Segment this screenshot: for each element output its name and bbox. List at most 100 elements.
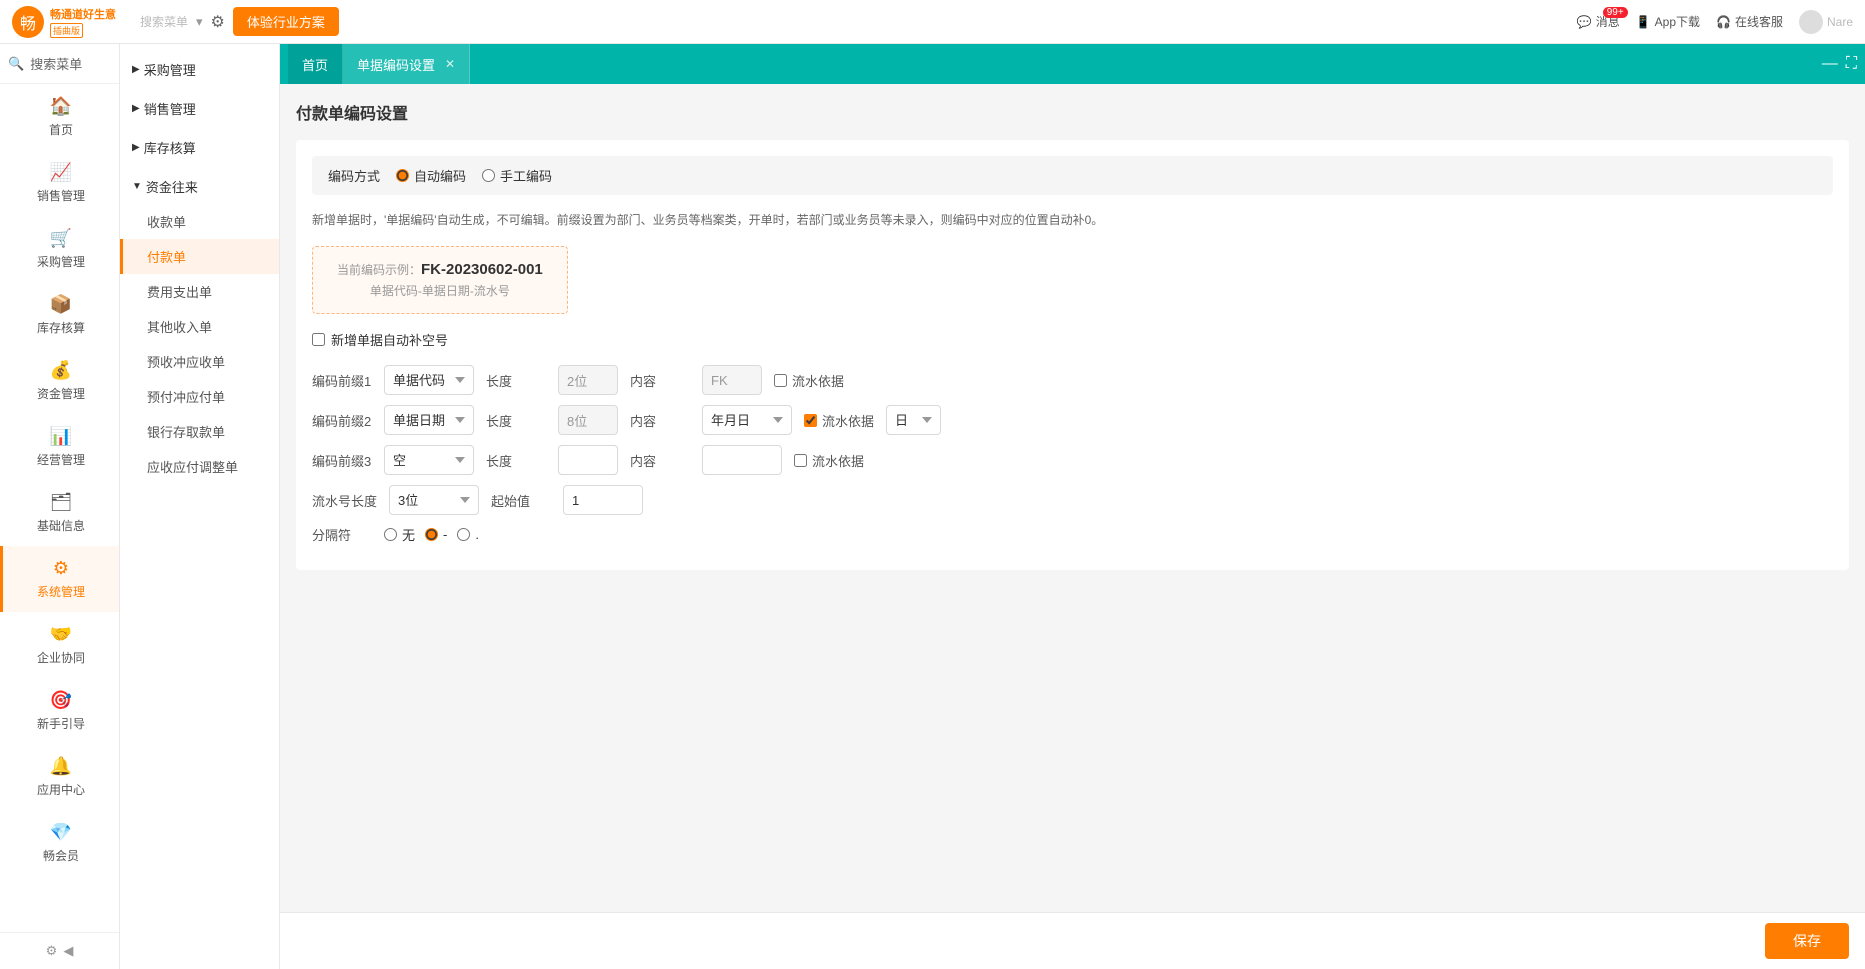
settings-panel: 编码方式 自动编码 手工编码 新增单据时，'单据编码'自动生成，不可编辑。前缀设… bbox=[296, 140, 1849, 570]
prefix1-length-input bbox=[558, 365, 618, 395]
sidebar-bottom-settings[interactable]: ⚙ ◀ bbox=[0, 933, 119, 969]
sidebar-item-inventory[interactable]: 📦 库存核算 bbox=[0, 282, 119, 348]
manual-encode-radio[interactable] bbox=[482, 169, 495, 182]
prefix2-serial-checkbox[interactable] bbox=[804, 414, 817, 427]
sidebar-group-capital-title[interactable]: ▼ 资金往来 bbox=[120, 169, 279, 204]
user-avatar[interactable]: Nare bbox=[1799, 10, 1853, 34]
sidebar-item-payment[interactable]: 付款单 bbox=[120, 239, 279, 274]
app-download-button[interactable]: 📱 App下载 bbox=[1636, 13, 1700, 30]
separator-none-radio[interactable] bbox=[384, 528, 397, 541]
nav-dropdown-arrow[interactable]: ▾ bbox=[196, 14, 203, 30]
sidebar-group-sales-title[interactable]: ▶ 销售管理 bbox=[120, 91, 279, 126]
prefix2-content-select[interactable]: 年月日 年月 年 bbox=[702, 405, 792, 435]
separator-radio-group: 无 - . bbox=[384, 525, 479, 544]
app-download-label: App下载 bbox=[1655, 13, 1700, 30]
separator-dot-radio-label[interactable]: . bbox=[457, 527, 479, 542]
header-middle: 搜索菜单 ▾ ⚙ 体验行业方案 bbox=[140, 7, 1569, 36]
tab-bar: 首页 单据编码设置 ✕ — ⛶ bbox=[280, 44, 1865, 84]
sidebar-group-inventory-title[interactable]: ▶ 库存核算 bbox=[120, 130, 279, 165]
header-search-area[interactable]: 搜索菜单 bbox=[140, 13, 188, 30]
sidebar-item-other-income[interactable]: 其他收入单 bbox=[120, 309, 279, 344]
auto-encode-radio[interactable] bbox=[396, 169, 409, 182]
message-button[interactable]: 💬 消息 99+ bbox=[1577, 13, 1620, 30]
sidebar-item-guide-label: 新手引导 bbox=[37, 715, 85, 732]
start-value-label: 起始值 bbox=[491, 491, 551, 510]
sidebar-item-adjustment[interactable]: 应收应付调整单 bbox=[120, 449, 279, 484]
home-icon: 🏠 bbox=[50, 96, 72, 117]
sidebar-item-home[interactable]: 🏠 首页 bbox=[0, 84, 119, 150]
separator-dot-radio[interactable] bbox=[457, 528, 470, 541]
prefix2-select[interactable]: 单据日期 空 bbox=[384, 405, 474, 435]
sidebar-item-basic[interactable]: 🗂 基础信息 bbox=[0, 480, 119, 546]
prefix2-label: 编码前缀2 bbox=[312, 411, 372, 430]
sidebar-group-capital: ▼ 资金往来 收款单 付款单 费用支出单 其他收入单 预收冲应收单 预付冲应付单… bbox=[120, 169, 279, 484]
sidebar-item-guide[interactable]: 🎯 新手引导 bbox=[0, 678, 119, 744]
prefix2-serial-unit-select[interactable]: 日 月 年 bbox=[886, 405, 941, 435]
sidebar-item-operations[interactable]: 📊 经营管理 bbox=[0, 414, 119, 480]
tab-minimize-icon[interactable]: — bbox=[1822, 55, 1838, 73]
settings-icon[interactable]: ⚙ bbox=[211, 12, 225, 32]
prefix3-serial-label[interactable]: 流水依据 bbox=[794, 451, 864, 470]
prefix1-select[interactable]: 单据代码 空 bbox=[384, 365, 474, 395]
manual-encode-radio-label[interactable]: 手工编码 bbox=[482, 166, 552, 185]
prefix2-serial-text: 流水依据 bbox=[822, 411, 874, 430]
prefix3-serial-checkbox[interactable] bbox=[794, 454, 807, 467]
sidebar-search[interactable]: 🔍 搜索菜单 bbox=[0, 44, 119, 84]
auto-encode-radio-label[interactable]: 自动编码 bbox=[396, 166, 466, 185]
auto-fill-row: 新增单据自动补空号 bbox=[312, 330, 1833, 349]
sidebar-item-sales[interactable]: 📈 销售管理 bbox=[0, 150, 119, 216]
sidebar-group-capital-label: 资金往来 bbox=[146, 177, 198, 196]
tab-maximize-icon[interactable]: ⛶ bbox=[1846, 55, 1857, 73]
sidebar-item-operations-label: 经营管理 bbox=[37, 451, 85, 468]
tab-home[interactable]: 首页 bbox=[288, 44, 343, 84]
example-label: 当前编码示例：FK-20230602-001 bbox=[337, 261, 543, 278]
sidebar-item-member[interactable]: 💎 畅会员 bbox=[0, 810, 119, 876]
sidebar-item-advance-receivable[interactable]: 预收冲应收单 bbox=[120, 344, 279, 379]
sidebar-group-purchase: ▶ 采购管理 bbox=[120, 52, 279, 87]
sidebar-item-advance-payable[interactable]: 预付冲应付单 bbox=[120, 379, 279, 414]
basic-icon: 🗂 bbox=[50, 492, 73, 513]
chevron-down-icon: ▼ bbox=[132, 181, 142, 192]
start-value-input[interactable] bbox=[563, 485, 643, 515]
chevron-right-icon: ▶ bbox=[132, 64, 140, 75]
system-icon: ⚙ bbox=[53, 558, 69, 579]
experience-button[interactable]: 体验行业方案 bbox=[233, 7, 339, 36]
prefix2-serial-label[interactable]: 流水依据 bbox=[804, 411, 874, 430]
appstore-icon: 🔔 bbox=[50, 756, 72, 777]
finance-icon: 💰 bbox=[50, 360, 72, 381]
footer-bar: 保存 bbox=[280, 912, 1865, 969]
message-badge: 99+ bbox=[1603, 7, 1628, 18]
separator-none-radio-label[interactable]: 无 bbox=[384, 525, 415, 544]
serial-length-label: 流水号长度 bbox=[312, 491, 377, 510]
prefix1-serial-checkbox[interactable] bbox=[774, 374, 787, 387]
sidebar-item-enterprise[interactable]: 🤝 企业协同 bbox=[0, 612, 119, 678]
sidebar-item-purchase[interactable]: 🛒 采购管理 bbox=[0, 216, 119, 282]
sidebar-item-finance[interactable]: 💰 资金管理 bbox=[0, 348, 119, 414]
auto-fill-checkbox[interactable] bbox=[312, 333, 325, 346]
sidebar-group-purchase-title[interactable]: ▶ 采购管理 bbox=[120, 52, 279, 87]
prefix3-content-input[interactable] bbox=[702, 445, 782, 475]
sidebar-item-receipt[interactable]: 收款单 bbox=[120, 204, 279, 239]
sidebar: 🔍 搜索菜单 🏠 首页 📈 销售管理 🛒 采购管理 📦 库存核算 💰 资金管理 … bbox=[0, 44, 120, 969]
save-button[interactable]: 保存 bbox=[1765, 923, 1849, 959]
online-service-label: 在线客服 bbox=[1735, 13, 1783, 30]
enterprise-icon: 🤝 bbox=[50, 624, 72, 645]
sidebar-item-inventory-label: 库存核算 bbox=[37, 319, 85, 336]
tab-close-icon[interactable]: ✕ bbox=[445, 57, 455, 71]
prefix3-select[interactable]: 空 单据代码 单据日期 bbox=[384, 445, 474, 475]
sidebar-group-purchase-label: 采购管理 bbox=[144, 60, 196, 79]
sidebar-item-appstore[interactable]: 🔔 应用中心 bbox=[0, 744, 119, 810]
second-sidebar: ▶ 采购管理 ▶ 销售管理 ▶ 库存核算 ▼ 资金往来 收款单 付款单 费用支出… bbox=[120, 44, 280, 969]
prefix1-serial-label[interactable]: 流水依据 bbox=[774, 371, 844, 390]
prefix3-length-input[interactable] bbox=[558, 445, 618, 475]
separator-dash-radio[interactable] bbox=[425, 528, 438, 541]
sidebar-item-bank-deposit[interactable]: 银行存取款单 bbox=[120, 414, 279, 449]
sidebar-item-system[interactable]: ⚙ 系统管理 bbox=[0, 546, 119, 612]
online-service-button[interactable]: 🎧 在线客服 bbox=[1716, 13, 1783, 30]
sidebar-item-expense[interactable]: 费用支出单 bbox=[120, 274, 279, 309]
separator-dash-radio-label[interactable]: - bbox=[425, 527, 447, 542]
header-right: 💬 消息 99+ 📱 App下载 🎧 在线客服 Nare bbox=[1577, 10, 1853, 34]
guide-icon: 🎯 bbox=[50, 690, 72, 711]
tab-serial-settings[interactable]: 单据编码设置 ✕ bbox=[343, 44, 470, 84]
serial-length-select[interactable]: 3位 4位 5位 6位 bbox=[389, 485, 479, 515]
